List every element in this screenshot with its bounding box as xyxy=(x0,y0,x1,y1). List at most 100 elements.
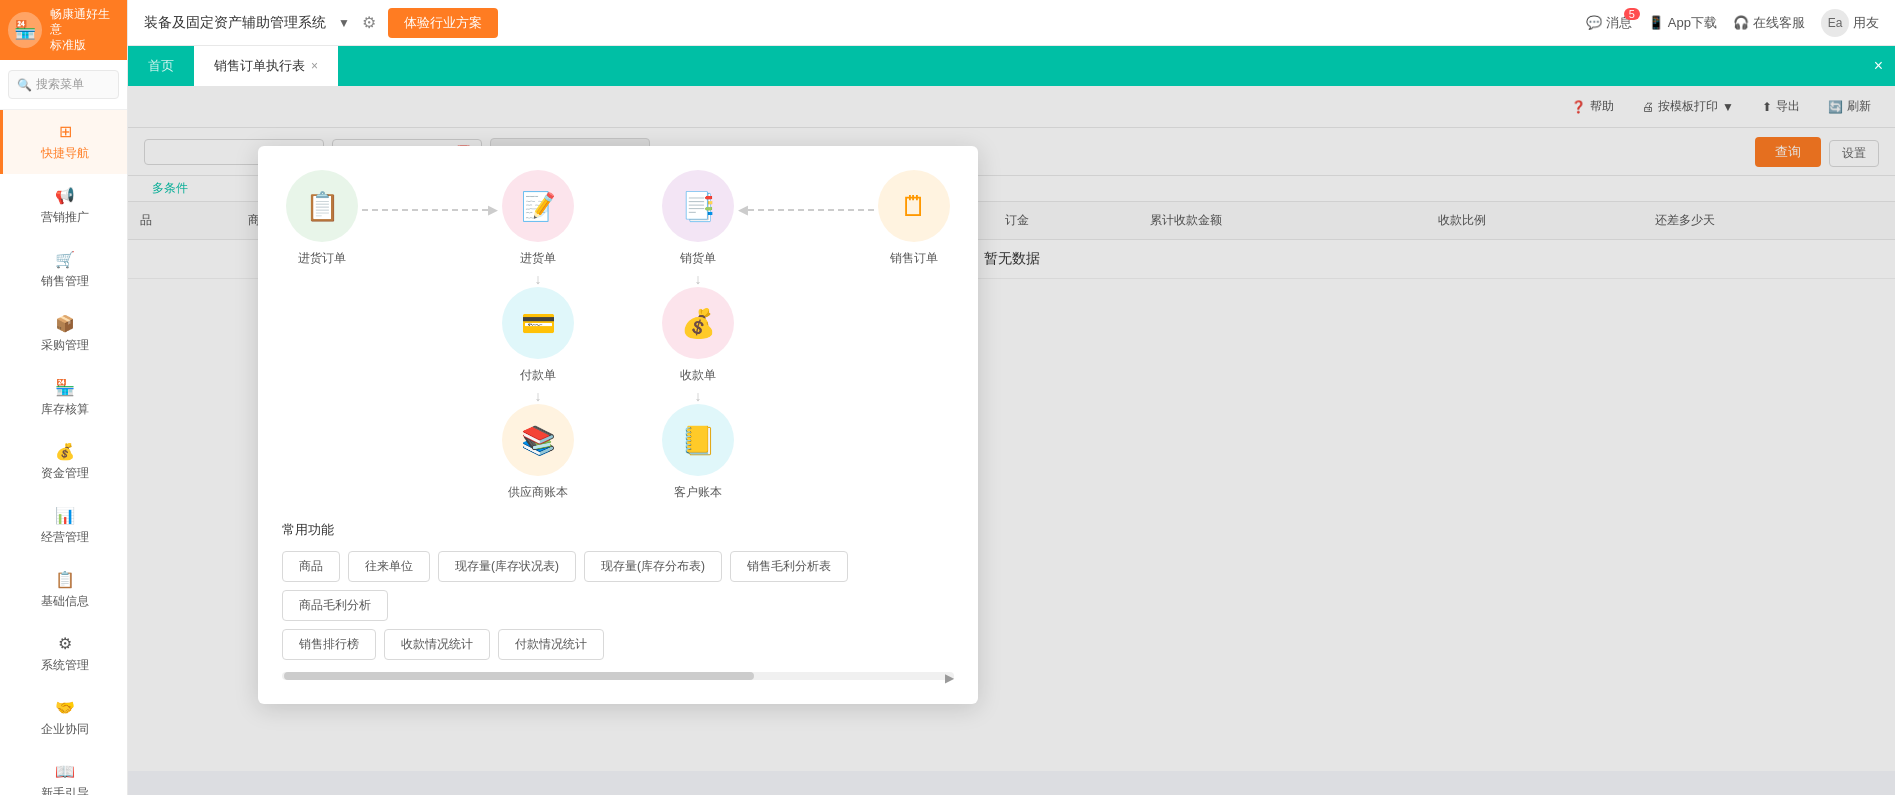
system-title: 装备及固定资产辅助管理系统 xyxy=(144,14,326,32)
download-icon: 📱 xyxy=(1648,15,1664,30)
sidebar: 🏪 畅康通好生意 标准版 🔍 搜索菜单 ⊞ 快捷导航 📢 营销推广 🛒 销售管理… xyxy=(0,0,128,795)
payment-bill-label: 付款单 xyxy=(520,367,556,384)
func-payment-stats[interactable]: 付款情况统计 xyxy=(498,629,604,660)
receipt-bill-icon: 💰 xyxy=(662,287,734,359)
flow-customer-ledger[interactable]: 📒 客户账本 xyxy=(658,404,738,501)
purchase-icon: 📦 xyxy=(55,314,75,333)
tab-sales-order[interactable]: 销售订单执行表 × xyxy=(194,46,338,86)
message-badge: 5 xyxy=(1624,8,1640,20)
sidebar-logo: 🏪 畅康通好生意 标准版 xyxy=(0,0,127,60)
sidebar-item-purchase[interactable]: 📦 采购管理 xyxy=(0,302,127,366)
logo-icon: 🏪 xyxy=(8,12,42,48)
sidebar-item-coop[interactable]: 🤝 企业协同 xyxy=(0,686,127,750)
arrow-rec-down: ↓ xyxy=(658,388,738,404)
message-icon: 💬 xyxy=(1586,15,1602,30)
func-sales-rank[interactable]: 销售排行榜 xyxy=(282,629,376,660)
func-product[interactable]: 商品 xyxy=(282,551,340,582)
common-functions-section: 常用功能 商品 往来单位 现存量(库存状况表) 现存量(库存分布表) 销售毛利分… xyxy=(282,521,954,660)
tab-home[interactable]: 首页 xyxy=(128,46,194,86)
receipt-bill-label: 收款单 xyxy=(680,367,716,384)
sidebar-item-operation[interactable]: 📊 经营管理 xyxy=(0,494,127,558)
system-dropdown[interactable]: ▼ xyxy=(338,16,350,30)
scrollbar-thumb[interactable] xyxy=(284,672,754,680)
service-icon: 🎧 xyxy=(1733,15,1749,30)
sales-icon: 🛒 xyxy=(55,250,75,269)
guide-icon: 📖 xyxy=(55,762,75,781)
func-stock-dist[interactable]: 现存量(库存分布表) xyxy=(584,551,722,582)
func-buttons-row1: 商品 往来单位 现存量(库存状况表) 现存量(库存分布表) 销售毛利分析表 商品… xyxy=(282,551,954,621)
topbar: 装备及固定资产辅助管理系统 ▼ ⚙ 体验行业方案 💬 消息 5 📱 App下载 … xyxy=(128,0,1895,46)
sales-order-icon: 🗒 xyxy=(878,170,950,242)
scroll-right-arrow[interactable]: ▶ xyxy=(945,671,954,685)
flow-receipt-bill[interactable]: 💰 收款单 xyxy=(658,287,738,384)
sidebar-item-quick-nav[interactable]: ⊞ 快捷导航 xyxy=(0,110,127,174)
tab-close-icon[interactable]: × xyxy=(311,59,318,73)
sales-bill-icon: 📑 xyxy=(662,170,734,242)
close-tab-area-icon[interactable]: × xyxy=(1874,57,1883,75)
main-area: 装备及固定资产辅助管理系统 ▼ ⚙ 体验行业方案 💬 消息 5 📱 App下载 … xyxy=(128,0,1895,795)
func-stock-status[interactable]: 现存量(库存状况表) xyxy=(438,551,576,582)
app-download-button[interactable]: 📱 App下载 xyxy=(1648,14,1717,32)
modal-dialog: 📋 进货订单 ▶ 📝 进货单 xyxy=(258,146,978,704)
sidebar-search-area: 🔍 搜索菜单 xyxy=(0,60,127,110)
arrow-pay-down: ↓ xyxy=(498,388,578,404)
common-functions-title: 常用功能 xyxy=(282,521,954,539)
sidebar-item-basic[interactable]: 📋 基础信息 xyxy=(0,558,127,622)
sidebar-item-marketing[interactable]: 📢 营销推广 xyxy=(0,174,127,238)
arrow-so-to-sb: ◀ xyxy=(738,202,874,217)
basic-icon: 📋 xyxy=(55,570,75,589)
purchase-order-label: 进货订单 xyxy=(298,250,346,267)
sidebar-item-system[interactable]: ⚙ 系统管理 xyxy=(0,622,127,686)
sidebar-item-guide[interactable]: 📖 新手引导 xyxy=(0,750,127,795)
user-area[interactable]: Ea 用友 xyxy=(1821,9,1879,37)
settings-icon[interactable]: ⚙ xyxy=(362,13,376,32)
sales-order-label: 销售订单 xyxy=(890,250,938,267)
quick-nav-icon: ⊞ xyxy=(59,122,72,141)
sidebar-item-inventory[interactable]: 🏪 库存核算 xyxy=(0,366,127,430)
sales-bill-label: 销货单 xyxy=(680,250,716,267)
payment-bill-icon: 💳 xyxy=(502,287,574,359)
flow-purchase-bill[interactable]: 📝 进货单 xyxy=(498,170,578,267)
purchase-bill-label: 进货单 xyxy=(520,250,556,267)
experience-button[interactable]: 体验行业方案 xyxy=(388,8,498,38)
supplier-ledger-icon: 📚 xyxy=(502,404,574,476)
func-product-margin[interactable]: 商品毛利分析 xyxy=(282,590,388,621)
chevron-down-icon: ▼ xyxy=(338,16,350,30)
operation-icon: 📊 xyxy=(55,506,75,525)
customer-ledger-icon: 📒 xyxy=(662,404,734,476)
func-sales-margin[interactable]: 销售毛利分析表 xyxy=(730,551,848,582)
purchase-bill-icon: 📝 xyxy=(502,170,574,242)
supplier-ledger-label: 供应商账本 xyxy=(508,484,568,501)
sidebar-item-sales[interactable]: 🛒 销售管理 xyxy=(0,238,127,302)
search-menu-button[interactable]: 🔍 搜索菜单 xyxy=(8,70,119,99)
avatar: Ea xyxy=(1821,9,1849,37)
flow-sales-order[interactable]: 🗒 销售订单 xyxy=(874,170,954,267)
arrow-pb-down: ↓ xyxy=(498,271,578,287)
content-area: ❓ 帮助 🖨 按模板打印 ▼ ⬆ 导出 🔄 刷新 xyxy=(128,86,1895,795)
logo-text: 畅康通好生意 标准版 xyxy=(50,7,119,54)
coop-icon: 🤝 xyxy=(55,698,75,717)
modal-overlay[interactable]: 📋 进货订单 ▶ 📝 进货单 xyxy=(128,86,1895,795)
tabbar: 首页 销售订单执行表 × × xyxy=(128,46,1895,86)
customer-ledger-label: 客户账本 xyxy=(674,484,722,501)
system-icon: ⚙ xyxy=(58,634,72,653)
flow-payment-bill[interactable]: 💳 付款单 xyxy=(498,287,578,384)
func-partner[interactable]: 往来单位 xyxy=(348,551,430,582)
message-button[interactable]: 💬 消息 5 xyxy=(1586,14,1632,32)
online-service-button[interactable]: 🎧 在线客服 xyxy=(1733,14,1805,32)
inventory-icon: 🏪 xyxy=(55,378,75,397)
flow-supplier-ledger[interactable]: 📚 供应商账本 xyxy=(498,404,578,501)
sidebar-item-finance[interactable]: 💰 资金管理 xyxy=(0,430,127,494)
purchase-order-icon: 📋 xyxy=(286,170,358,242)
finance-icon: 💰 xyxy=(55,442,75,461)
func-receipt-stats[interactable]: 收款情况统计 xyxy=(384,629,490,660)
flow-sales-bill[interactable]: 📑 销货单 xyxy=(658,170,738,267)
flow-purchase-order[interactable]: 📋 进货订单 xyxy=(282,170,362,267)
search-icon: 🔍 xyxy=(17,78,32,92)
arrow-sb-down: ↓ xyxy=(658,271,738,287)
arrow-po-to-pb: ▶ xyxy=(362,202,498,217)
horizontal-scrollbar[interactable]: ▶ xyxy=(282,672,954,680)
func-buttons-row2: 销售排行榜 收款情况统计 付款情况统计 xyxy=(282,629,954,660)
marketing-icon: 📢 xyxy=(55,186,75,205)
topbar-right: 💬 消息 5 📱 App下载 🎧 在线客服 Ea 用友 xyxy=(1586,9,1879,37)
